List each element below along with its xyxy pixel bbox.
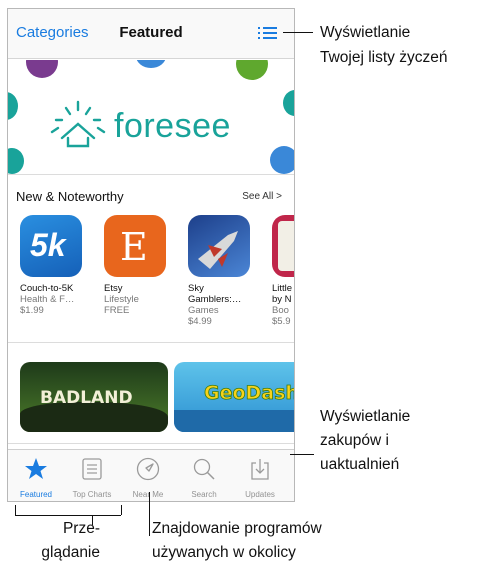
callout-text: uaktualnień [320, 456, 400, 473]
callout-bracket-browse [15, 505, 16, 515]
decor-blue-icon [136, 60, 166, 68]
app-tile[interactable]: Sky Gamblers:… Games $4.99 [188, 215, 254, 327]
jet-icon [198, 231, 238, 269]
icon-text: 5k [30, 227, 66, 263]
decor-teal-right-icon [283, 90, 294, 116]
decor-teal-bottom-icon [8, 148, 24, 174]
decor-purple-icon [26, 60, 58, 78]
wishlist-icon[interactable] [258, 26, 278, 40]
couch-to-5k-icon: 5k [20, 215, 82, 277]
icon-text: E [120, 225, 148, 269]
tab-label: Updates [245, 490, 275, 499]
app-name-line2: Gamblers:… [188, 294, 242, 305]
foresee-banner[interactable]: foresee [8, 60, 294, 180]
navigation-bar: Categories Featured [8, 9, 294, 59]
app-price: $5.9 [272, 316, 291, 327]
callout-text: Wyświetlanie [320, 24, 411, 41]
tab-label: Featured [19, 490, 53, 499]
app-category: Boo [272, 305, 289, 316]
app-name: Etsy [104, 283, 123, 294]
app-price: $1.99 [20, 305, 44, 316]
callout-line-nearby [149, 492, 150, 536]
star-icon [25, 458, 47, 479]
callout-line-wishlist [283, 32, 313, 33]
callout-browse: Prze- glądanie [28, 518, 100, 563]
search-icon [193, 458, 215, 480]
app-category: Games [188, 305, 219, 316]
tab-label: Top Charts [72, 490, 112, 499]
callout-text: Prze- [62, 520, 100, 537]
tab-bar: Featured Top Charts Near Me Search Updat… [8, 449, 294, 501]
app-price: FREE [104, 305, 130, 316]
callout-text: Wyświetlanie [320, 408, 411, 425]
etsy-icon: E [104, 215, 166, 277]
app-store-screen: Categories Featured foresee New & Notewo… [7, 8, 295, 502]
app-name-line1: Little [272, 283, 293, 294]
tab-top-charts[interactable]: Top Charts [64, 450, 120, 501]
geodash-title: GeoDash [204, 382, 295, 405]
app-category: Health & F… [20, 294, 75, 305]
tab-label: Search [191, 490, 217, 499]
app-tile[interactable]: E Etsy Lifestyle FREE [104, 215, 170, 316]
callout-text: zakupów i [320, 432, 389, 449]
callout-text: Twojej listy życzeń [320, 49, 448, 66]
callout-bracket-browse [121, 505, 122, 515]
callout-text: używanych w okolicy [152, 544, 296, 561]
app-category: Lifestyle [104, 294, 139, 305]
app-name: Couch-to-5K [20, 283, 74, 294]
foresee-logo-icon [50, 100, 106, 148]
divider [8, 174, 294, 175]
tab-search[interactable]: Search [176, 450, 232, 501]
callout-updates: Wyświetlanie zakupów i uaktualnień [320, 406, 410, 475]
decor-blue-bottom-icon [270, 146, 294, 174]
callout-bracket-browse [15, 515, 121, 516]
sky-gamblers-icon [188, 215, 250, 277]
tab-updates[interactable]: Updates [232, 450, 288, 501]
callout-wishlist: Wyświetlanie Twojej listy życzeń [320, 22, 447, 68]
app-name-line2: by N [272, 294, 292, 305]
badland-title: BADLAND [40, 388, 133, 408]
decor-teal-left-icon [8, 92, 18, 120]
geodash-ground [174, 410, 294, 432]
app-tile[interactable]: 5k Couch-to-5K Health & F… $1.99 [20, 215, 86, 316]
tab-label: Near Me [132, 490, 164, 499]
callout-text: Znajdowanie programów [152, 520, 322, 537]
callout-line-updates [290, 454, 314, 455]
near-me-icon [136, 457, 160, 481]
divider [8, 443, 294, 444]
tab-near-me[interactable]: Near Me [120, 450, 176, 501]
callout-text: glądanie [41, 544, 100, 561]
see-all-link[interactable]: See All > [242, 191, 282, 202]
top-charts-icon [82, 458, 102, 480]
geodash-banner[interactable]: GeoDash [174, 362, 295, 432]
section-title: New & Noteworthy [16, 189, 124, 204]
tab-featured[interactable]: Featured [8, 450, 64, 501]
callout-nearby: Znajdowanie programów używanych w okolic… [152, 518, 322, 563]
banner-brand-text: foresee [114, 107, 231, 145]
updates-icon [251, 459, 269, 480]
app-price: $4.99 [188, 316, 212, 327]
decor-green-icon [236, 60, 268, 80]
app-name-line1: Sky [188, 283, 204, 294]
page-title: Featured [119, 24, 183, 41]
badland-banner[interactable]: BADLAND [20, 362, 168, 432]
little-app-icon [272, 215, 294, 277]
app-tile[interactable]: Little by N Boo $5.9 [272, 215, 294, 327]
divider [8, 342, 294, 343]
